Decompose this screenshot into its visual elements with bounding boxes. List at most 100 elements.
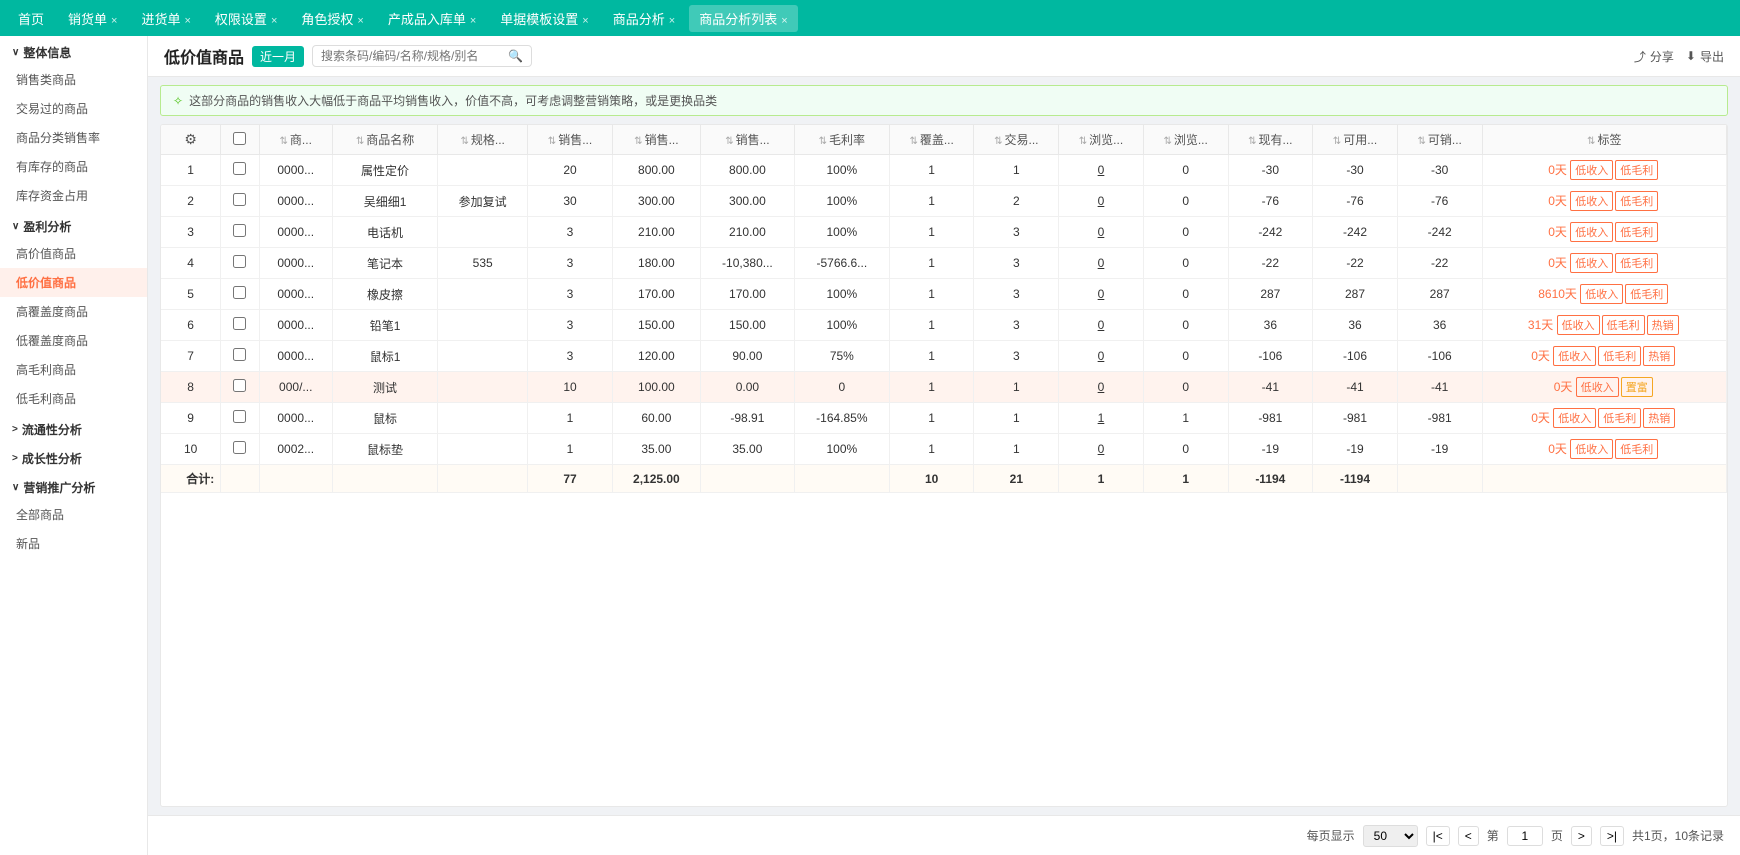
col-header-2[interactable]: ⇅商... <box>259 125 332 155</box>
cell-1 <box>221 186 259 217</box>
sidebar-item-高价值商品[interactable]: 高价值商品 <box>0 239 147 268</box>
sidebar-item-销售类商品[interactable]: 销售类商品 <box>0 65 147 94</box>
sidebar-item-全部商品[interactable]: 全部商品 <box>0 500 147 529</box>
row-checkbox[interactable] <box>233 162 246 175</box>
nav-close-icon[interactable]: × <box>271 15 277 27</box>
col-header-15[interactable]: ⇅可销... <box>1397 125 1482 155</box>
sort-icon: ⇅ <box>819 136 827 147</box>
row-checkbox[interactable] <box>233 379 246 392</box>
cell-13: -242 <box>1228 217 1313 248</box>
col-header-12[interactable]: ⇅浏览... <box>1143 125 1228 155</box>
nav-item-首页[interactable]: 首页 <box>8 5 54 32</box>
last-page-btn[interactable]: >| <box>1600 826 1624 846</box>
table-footer: 合计:772,125.00102111-1194-1194 <box>161 465 1727 493</box>
nav-item-单据模板设置[interactable]: 单据模板设置× <box>490 5 598 32</box>
cell-7: -98.91 <box>700 403 794 434</box>
nav-item-角色授权[interactable]: 角色授权× <box>291 5 373 32</box>
col-header-3[interactable]: ⇅商品名称 <box>332 125 437 155</box>
nav-item-进货单[interactable]: 进货单× <box>131 5 200 32</box>
cell-11: 0 <box>1059 434 1144 465</box>
browse1-link[interactable]: 0 <box>1098 225 1105 239</box>
cell-15: -106 <box>1397 341 1482 372</box>
sidebar-group-成长性分析[interactable]: >成长性分析 <box>0 442 147 471</box>
col-header-13[interactable]: ⇅现有... <box>1228 125 1313 155</box>
nav-close-icon[interactable]: × <box>781 15 787 27</box>
first-page-btn[interactable]: |< <box>1426 826 1450 846</box>
share-btn[interactable]: ⤴ 分享 <box>1634 48 1674 65</box>
row-checkbox[interactable] <box>233 317 246 330</box>
col-header-9[interactable]: ⇅覆盖... <box>889 125 974 155</box>
col-header-6[interactable]: ⇅销售... <box>612 125 700 155</box>
nav-item-商品分析[interactable]: 商品分析× <box>603 5 685 32</box>
nav-close-icon[interactable]: × <box>184 15 190 27</box>
sidebar-item-有库存的商品[interactable]: 有库存的商品 <box>0 152 147 181</box>
sidebar-group-流通性分析[interactable]: >流通性分析 <box>0 413 147 442</box>
prev-page-btn[interactable]: < <box>1458 826 1479 846</box>
sidebar-group-营销推广分析[interactable]: ∨营销推广分析 <box>0 471 147 500</box>
browse1-link[interactable]: 0 <box>1098 194 1105 208</box>
sort-icon: ⇅ <box>634 136 642 147</box>
row-checkbox[interactable] <box>233 410 246 423</box>
col-header-14[interactable]: ⇅可用... <box>1313 125 1398 155</box>
product-code: 0002... <box>277 442 314 456</box>
page-size-select[interactable]: 50100200 <box>1363 825 1418 847</box>
sidebar-item-高毛利商品[interactable]: 高毛利商品 <box>0 355 147 384</box>
nav-item-销货单[interactable]: 销货单× <box>58 5 127 32</box>
row-checkbox[interactable] <box>233 441 246 454</box>
row-checkbox[interactable] <box>233 348 246 361</box>
export-btn[interactable]: ⬇ 导出 <box>1686 48 1724 65</box>
sidebar-item-高覆盖度商品[interactable]: 高覆盖度商品 <box>0 297 147 326</box>
browse1-link[interactable]: 0 <box>1098 442 1105 456</box>
select-all-checkbox[interactable] <box>233 132 246 145</box>
cell-15: 36 <box>1397 310 1482 341</box>
sidebar-item-交易过的商品[interactable]: 交易过的商品 <box>0 94 147 123</box>
col-header-8[interactable]: ⇅毛利率 <box>794 125 889 155</box>
row-checkbox[interactable] <box>233 193 246 206</box>
nav-close-icon[interactable]: × <box>357 15 363 27</box>
time-filter-btn[interactable]: 近一月 <box>252 46 304 67</box>
nav-item-权限设置[interactable]: 权限设置× <box>205 5 287 32</box>
row-checkbox[interactable] <box>233 286 246 299</box>
col-header-10[interactable]: ⇅交易... <box>974 125 1059 155</box>
nav-item-商品分析列表[interactable]: 商品分析列表× <box>689 5 797 32</box>
sidebar-group-整体信息[interactable]: ∨整体信息 <box>0 36 147 65</box>
sidebar-item-库存资金占用[interactable]: 库存资金占用 <box>0 181 147 210</box>
sidebar-item-新品[interactable]: 新品 <box>0 529 147 558</box>
cell-11: 0 <box>1059 186 1144 217</box>
row-checkbox[interactable] <box>233 224 246 237</box>
nav-close-icon[interactable]: × <box>111 15 117 27</box>
col-header-7[interactable]: ⇅销售... <box>700 125 794 155</box>
sidebar-item-低毛利商品[interactable]: 低毛利商品 <box>0 384 147 413</box>
col-header-5[interactable]: ⇅销售... <box>528 125 613 155</box>
cell-4 <box>438 403 528 434</box>
row-checkbox[interactable] <box>233 255 246 268</box>
col-header-11[interactable]: ⇅浏览... <box>1059 125 1144 155</box>
product-code: 0000... <box>277 318 314 332</box>
col-header-0[interactable]: ⚙ <box>161 125 221 155</box>
nav-close-icon[interactable]: × <box>669 15 675 27</box>
sidebar-item-低价值商品[interactable]: 低价值商品 <box>0 268 147 297</box>
search-icon[interactable]: 🔍 <box>508 49 523 63</box>
browse1-link[interactable]: 0 <box>1098 163 1105 177</box>
browse1-link[interactable]: 0 <box>1098 349 1105 363</box>
browse1-link[interactable]: 1 <box>1098 411 1105 425</box>
browse1-link[interactable]: 0 <box>1098 256 1105 270</box>
col-header-4[interactable]: ⇅规格... <box>438 125 528 155</box>
sidebar-item-商品分类销售率[interactable]: 商品分类销售率 <box>0 123 147 152</box>
nav-close-icon[interactable]: × <box>582 15 588 27</box>
cell-5: 1 <box>528 403 613 434</box>
search-input[interactable] <box>321 49 504 63</box>
nav-close-icon[interactable]: × <box>470 15 476 27</box>
sidebar-item-低覆盖度商品[interactable]: 低覆盖度商品 <box>0 326 147 355</box>
page-number-input[interactable] <box>1507 826 1543 846</box>
cell-3: 橡皮擦 <box>332 279 437 310</box>
browse1-link[interactable]: 0 <box>1098 318 1105 332</box>
gear-icon[interactable]: ⚙ <box>184 131 197 147</box>
col-header-16[interactable]: ⇅标签 <box>1482 125 1726 155</box>
day-badge: 0天 <box>1554 380 1573 394</box>
browse1-link[interactable]: 0 <box>1098 380 1105 394</box>
sidebar-group-盈利分析[interactable]: ∨盈利分析 <box>0 210 147 239</box>
nav-item-产成品入库单[interactable]: 产成品入库单× <box>378 5 486 32</box>
next-page-btn[interactable]: > <box>1571 826 1592 846</box>
browse1-link[interactable]: 0 <box>1098 287 1105 301</box>
